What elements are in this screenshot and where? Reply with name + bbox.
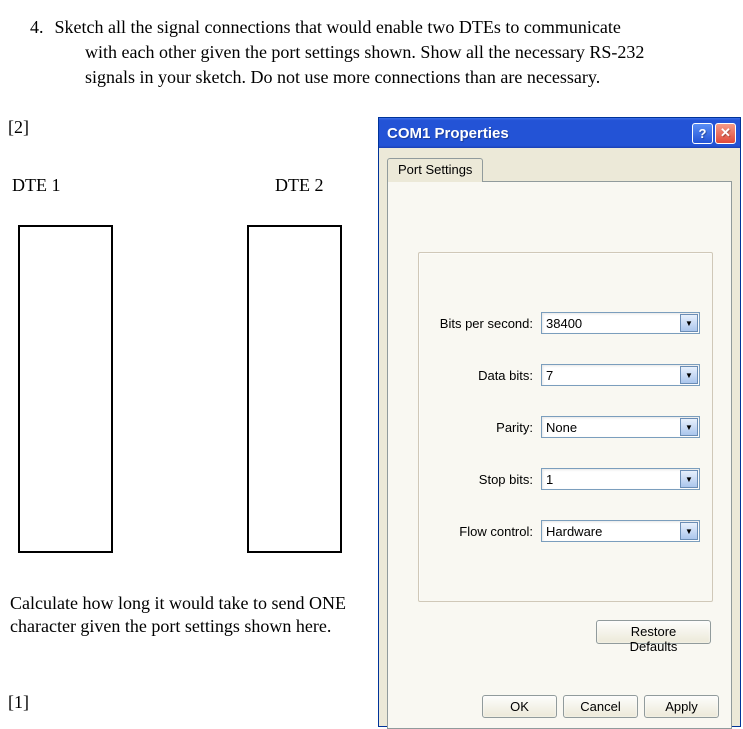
flow-control-select[interactable]: Hardware ▼ xyxy=(541,520,700,542)
question-line3: signals in your sketch. Do not use more … xyxy=(85,65,713,90)
question-block: 4. Sketch all the signal connections tha… xyxy=(0,0,743,91)
bits-per-second-select[interactable]: 38400 ▼ xyxy=(541,312,700,334)
titlebar[interactable]: COM1 Properties ? ✕ xyxy=(379,118,740,148)
dte1-label: DTE 1 xyxy=(12,175,61,196)
marks-top: [2] xyxy=(8,117,29,138)
data-bits-label: Data bits: xyxy=(431,368,541,383)
bits-per-second-value: 38400 xyxy=(542,316,679,331)
dte-boxes xyxy=(18,225,342,558)
field-stop-bits: Stop bits: 1 ▼ xyxy=(431,467,700,491)
help-icon: ? xyxy=(699,126,707,141)
flow-control-label: Flow control: xyxy=(431,524,541,539)
tab-panel: Bits per second: 38400 ▼ Data bits: 7 ▼ … xyxy=(387,181,732,729)
ok-button[interactable]: OK xyxy=(482,695,557,718)
stop-bits-value: 1 xyxy=(542,472,679,487)
close-button[interactable]: ✕ xyxy=(715,123,736,144)
chevron-down-icon: ▼ xyxy=(680,314,698,332)
calc-line2: character given the port settings shown … xyxy=(10,615,410,638)
flow-control-value: Hardware xyxy=(542,524,679,539)
bottom-buttons: OK Cancel Apply xyxy=(482,695,719,718)
data-bits-select[interactable]: 7 ▼ xyxy=(541,364,700,386)
dte2-box xyxy=(247,225,342,553)
question-line2: with each other given the port settings … xyxy=(85,40,713,65)
close-icon: ✕ xyxy=(720,125,731,141)
chevron-down-icon: ▼ xyxy=(680,366,698,384)
question-line1: Sketch all the signal connections that w… xyxy=(55,17,621,37)
tab-port-settings[interactable]: Port Settings xyxy=(387,158,483,182)
calc-line1: Calculate how long it would take to send… xyxy=(10,592,410,615)
tab-strip: Port Settings xyxy=(387,158,732,182)
data-bits-value: 7 xyxy=(542,368,679,383)
question-number: 4. xyxy=(30,15,50,40)
chevron-down-icon: ▼ xyxy=(680,470,698,488)
chevron-down-icon: ▼ xyxy=(680,522,698,540)
stop-bits-select[interactable]: 1 ▼ xyxy=(541,468,700,490)
dte2-label: DTE 2 xyxy=(275,175,324,196)
tab-area: Port Settings Bits per second: 38400 ▼ D… xyxy=(379,148,740,729)
dte1-box xyxy=(18,225,113,553)
parity-select[interactable]: None ▼ xyxy=(541,416,700,438)
apply-button[interactable]: Apply xyxy=(644,695,719,718)
chevron-down-icon: ▼ xyxy=(680,418,698,436)
field-flow-control: Flow control: Hardware ▼ xyxy=(431,519,700,543)
cancel-button[interactable]: Cancel xyxy=(563,695,638,718)
bits-per-second-label: Bits per second: xyxy=(431,316,541,331)
settings-group: Bits per second: 38400 ▼ Data bits: 7 ▼ … xyxy=(418,252,713,602)
field-parity: Parity: None ▼ xyxy=(431,415,700,439)
parity-value: None xyxy=(542,420,679,435)
restore-defaults-button[interactable]: Restore Defaults xyxy=(596,620,711,644)
com1-properties-dialog: COM1 Properties ? ✕ Port Settings Bits p… xyxy=(378,117,741,727)
calc-text: Calculate how long it would take to send… xyxy=(10,592,410,639)
parity-label: Parity: xyxy=(431,420,541,435)
help-button[interactable]: ? xyxy=(692,123,713,144)
field-data-bits: Data bits: 7 ▼ xyxy=(431,363,700,387)
window-title: COM1 Properties xyxy=(387,125,690,142)
field-bits-per-second: Bits per second: 38400 ▼ xyxy=(431,311,700,335)
marks-bottom: [1] xyxy=(8,692,29,713)
stop-bits-label: Stop bits: xyxy=(431,472,541,487)
